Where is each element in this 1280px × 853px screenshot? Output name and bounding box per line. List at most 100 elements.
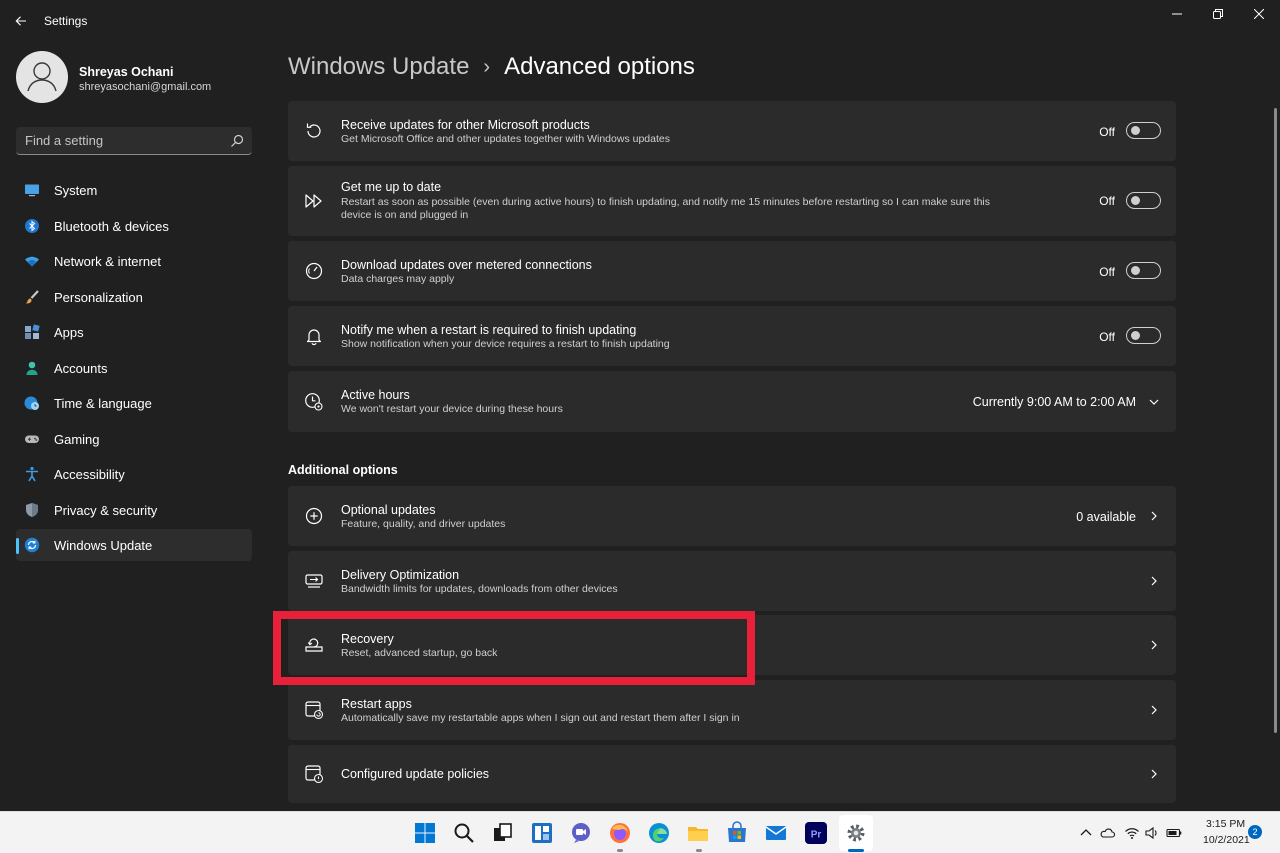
sidebar-item-label: Personalization — [54, 289, 143, 305]
sidebar-item-label: Time & language — [54, 396, 152, 411]
wifi-icon[interactable] — [1124, 825, 1140, 841]
scrollbar[interactable] — [1274, 108, 1277, 733]
option-title: Configured update policies — [341, 767, 490, 781]
volume-icon[interactable] — [1144, 825, 1160, 841]
breadcrumb-parent[interactable]: Windows Update — [288, 53, 469, 81]
onedrive-cloud-icon[interactable] — [1099, 825, 1115, 841]
shield-icon — [26, 502, 38, 517]
settings-gear-icon[interactable] — [844, 821, 868, 845]
sidebar-item-bluetooth[interactable]: Bluetooth & devices — [16, 210, 252, 242]
setting-active-hours[interactable]: Active hours We won't restart your devic… — [288, 371, 1176, 432]
search-box[interactable] — [16, 127, 252, 155]
edge-icon[interactable] — [647, 821, 671, 845]
title-bar: Settings — [0, 0, 1280, 42]
wifi-icon — [25, 256, 39, 267]
person-avatar-icon — [27, 62, 57, 92]
toggle-state-label: Off — [1099, 194, 1115, 208]
premiere-icon[interactable]: Pr — [804, 821, 828, 845]
mail-icon[interactable] — [764, 821, 788, 845]
setting-description: Restart as soon as possible (even during… — [341, 196, 991, 221]
sidebar-nav: System Bluetooth & devices Network & int… — [16, 174, 252, 565]
restore-icon — [1213, 9, 1223, 19]
bell-icon — [306, 329, 322, 346]
setting-notify-restart: Notify me when a restart is required to … — [288, 306, 1176, 366]
toggle-switch[interactable] — [1126, 262, 1161, 279]
clock-settings-icon — [305, 393, 323, 411]
refresh-icon — [306, 123, 321, 138]
option-configured-policies[interactable]: Configured update policies — [288, 745, 1176, 803]
chevron-right-icon — [1151, 705, 1157, 715]
sidebar-item-system[interactable]: System — [16, 174, 252, 206]
option-title: Optional updates — [341, 503, 436, 517]
option-title: Delivery Optimization — [341, 568, 460, 582]
task-view-icon[interactable] — [491, 821, 515, 845]
setting-title: Get me up to date — [341, 180, 442, 194]
sidebar-item-time-language[interactable]: Time & language — [16, 387, 252, 419]
notification-badge[interactable]: 2 — [1248, 825, 1262, 839]
avatar — [16, 51, 68, 103]
back-button[interactable] — [8, 8, 34, 34]
option-title: Restart apps — [341, 697, 412, 711]
clock-time[interactable]: 3:15 PM — [1206, 818, 1245, 830]
globe-clock-icon — [24, 396, 39, 410]
restart-apps-icon — [305, 701, 324, 720]
setting-metered-connections: Download updates over metered connection… — [288, 241, 1176, 301]
option-restart-apps[interactable]: Restart apps Automatically save my resta… — [288, 680, 1176, 740]
optional-updates-count: 0 available — [1076, 510, 1136, 524]
chat-icon[interactable] — [569, 821, 593, 845]
close-icon — [1254, 9, 1264, 19]
sidebar-item-label: Bluetooth & devices — [54, 218, 169, 234]
plus-circle-icon — [305, 507, 323, 525]
search-icon[interactable] — [230, 134, 244, 148]
search-icon[interactable] — [452, 821, 476, 845]
app-title: Settings — [44, 14, 88, 28]
option-optional-updates[interactable]: Optional updates Feature, quality, and d… — [288, 486, 1176, 546]
system-monitor-icon — [25, 184, 39, 197]
active-hours-value: Currently 9:00 AM to 2:00 AM — [972, 395, 1136, 409]
store-icon[interactable] — [725, 821, 749, 845]
firefox-icon[interactable] — [608, 821, 632, 845]
delivery-icon — [305, 574, 323, 588]
windows-start-icon[interactable] — [413, 821, 437, 845]
page-title: Advanced options — [504, 53, 695, 80]
back-arrow-icon — [15, 16, 26, 26]
minimize-button[interactable] — [1157, 0, 1197, 28]
svg-text:Pr: Pr — [811, 830, 822, 841]
sidebar-item-accounts[interactable]: Accounts — [16, 352, 252, 384]
close-button[interactable] — [1239, 0, 1279, 28]
chevron-right-icon — [1151, 576, 1157, 586]
file-explorer-icon[interactable] — [686, 821, 710, 845]
sidebar-item-label: Privacy & security — [54, 502, 158, 518]
chevron-up-icon[interactable] — [1078, 825, 1094, 841]
sidebar-item-apps[interactable]: Apps — [16, 316, 252, 348]
sidebar-item-accessibility[interactable]: Accessibility — [16, 458, 252, 490]
sidebar-item-network[interactable]: Network & internet — [16, 245, 252, 277]
search-input[interactable] — [16, 127, 226, 154]
toggle-switch[interactable] — [1126, 327, 1161, 344]
toggle-state-label: Off — [1099, 265, 1115, 279]
settings-window: Settings Shreyas Ochani shreyasochani@gm… — [0, 0, 1280, 811]
option-delivery-optimization[interactable]: Delivery Optimization Bandwidth limits f… — [288, 551, 1176, 611]
chevron-down-icon — [1149, 399, 1159, 405]
fast-forward-icon — [305, 194, 322, 208]
toggle-switch[interactable] — [1126, 122, 1161, 139]
setting-other-ms-products: Receive updates for other Microsoft prod… — [288, 101, 1176, 161]
sidebar-item-privacy[interactable]: Privacy & security — [16, 494, 252, 526]
toggle-switch[interactable] — [1126, 192, 1161, 209]
sidebar-item-windows-update[interactable]: Windows Update — [16, 529, 252, 561]
setting-description: Data charges may apply — [341, 273, 455, 285]
sidebar-item-label: Apps — [54, 325, 84, 340]
gamepad-icon — [25, 435, 39, 443]
sidebar-item-label: Accessibility — [54, 467, 125, 482]
setting-description: We won't restart your device during thes… — [341, 403, 563, 415]
chevron-right-icon — [1151, 511, 1157, 521]
option-description: Reset, advanced startup, go back — [341, 647, 498, 659]
option-recovery[interactable]: Recovery Reset, advanced startup, go bac… — [288, 615, 1176, 675]
sidebar-item-label: Network & internet — [54, 254, 161, 269]
sidebar-item-personalization[interactable]: Personalization — [16, 281, 252, 313]
clock-date[interactable]: 10/2/2021 — [1203, 834, 1250, 846]
widgets-icon[interactable] — [530, 821, 554, 845]
sidebar-item-gaming[interactable]: Gaming — [16, 423, 252, 455]
restore-button[interactable] — [1198, 0, 1238, 28]
battery-icon[interactable] — [1166, 825, 1182, 841]
